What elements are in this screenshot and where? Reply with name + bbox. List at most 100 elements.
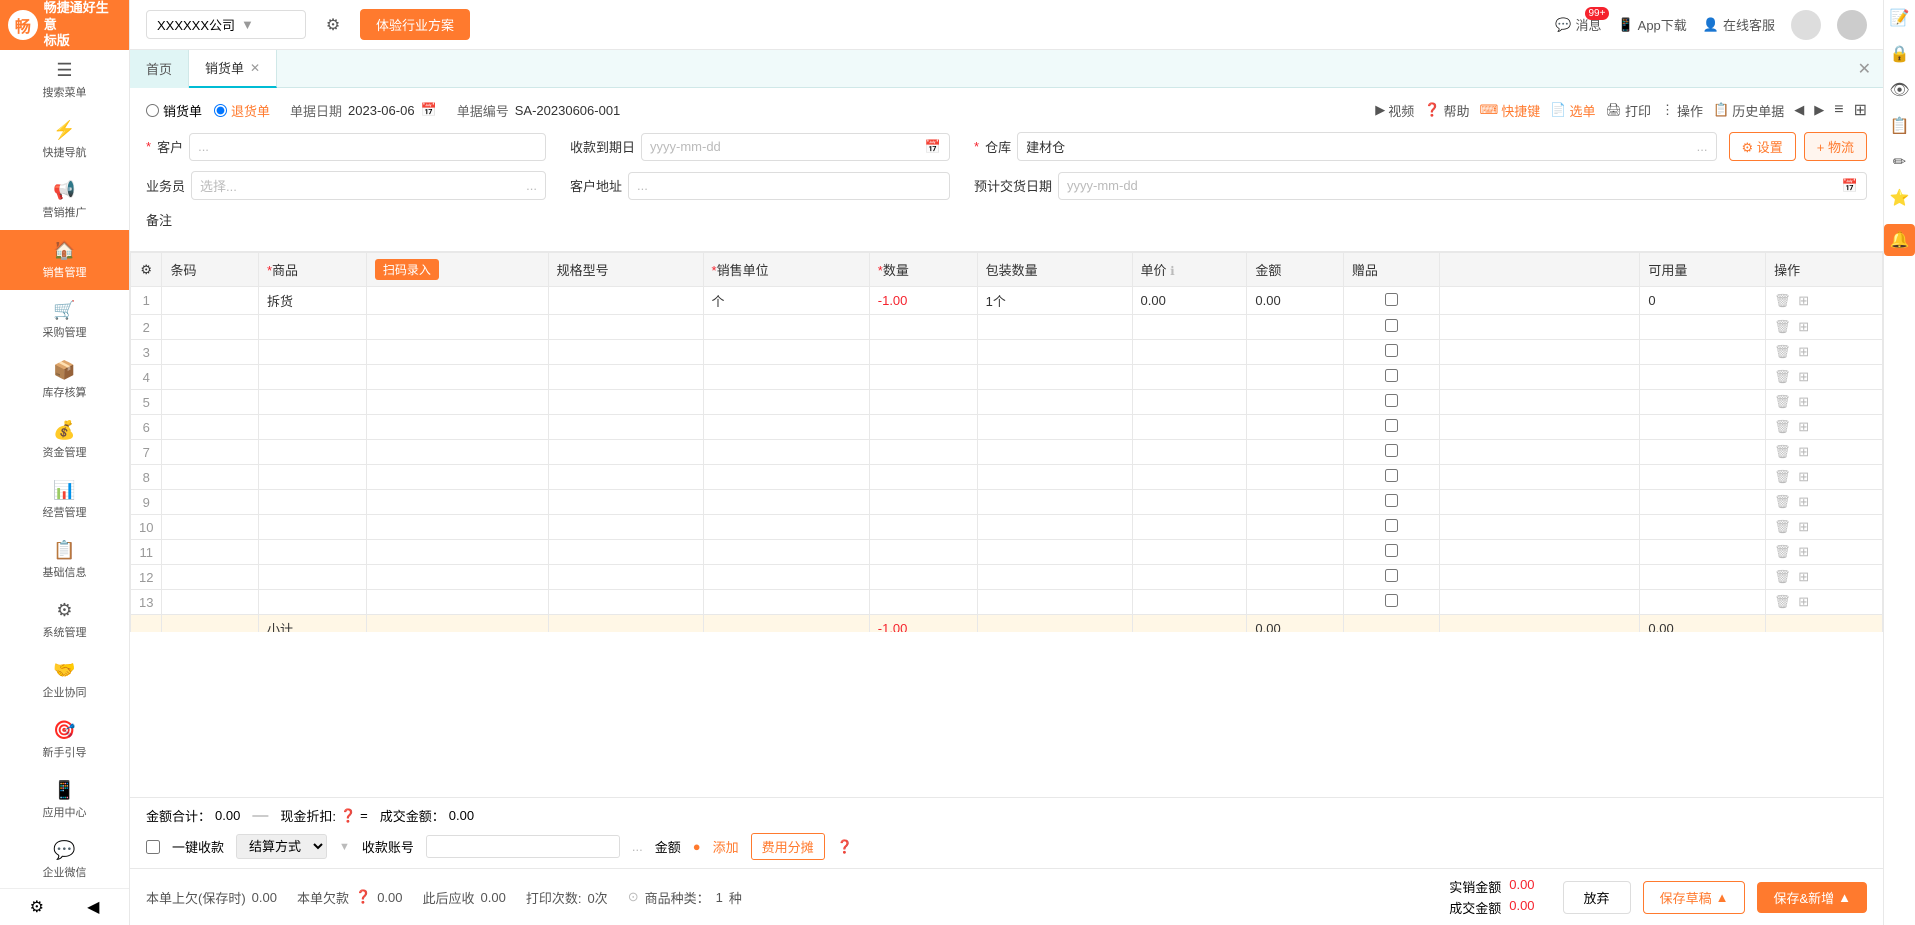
payment-due-calendar-icon[interactable]: 📅 — [925, 139, 941, 155]
row-barcode[interactable] — [162, 490, 259, 515]
row-unit-price[interactable] — [1132, 490, 1247, 515]
row-unit[interactable] — [703, 390, 869, 415]
toolbar-history[interactable]: 📋 历史单据 — [1713, 101, 1784, 120]
row-delete-icon[interactable]: 🗑 — [1774, 519, 1791, 534]
rp-icon-3[interactable]: 👁 — [1889, 80, 1909, 100]
row-gift[interactable] — [1343, 287, 1440, 315]
tab-bar-expand[interactable]: ✕ — [1858, 59, 1883, 79]
row-spec[interactable] — [548, 590, 703, 615]
sidebar-item-app-center[interactable]: 📱 应用中心 — [0, 770, 129, 830]
sidebar-collapse-icon[interactable]: ◀ — [87, 897, 99, 917]
row-qty[interactable] — [869, 465, 977, 490]
row-spec[interactable] — [548, 287, 703, 315]
sidebar-item-quick-nav[interactable]: ⚡ 快捷导航 — [0, 110, 129, 170]
sidebar-item-guide[interactable]: 🎯 新手引导 — [0, 710, 129, 770]
row-pkg-qty[interactable] — [977, 440, 1132, 465]
sidebar-item-enterprise[interactable]: 🤝 企业协同 — [0, 650, 129, 710]
row-amount[interactable] — [1247, 565, 1344, 590]
row-pkg-qty[interactable] — [977, 515, 1132, 540]
sidebar-item-inventory[interactable]: 📦 库存核算 — [0, 350, 129, 410]
sidebar-item-basic-info[interactable]: 📋 基础信息 — [0, 530, 129, 590]
row-barcode[interactable] — [162, 590, 259, 615]
row-gift[interactable] — [1343, 590, 1440, 615]
row-delete-icon[interactable]: 🗑 — [1774, 444, 1791, 459]
row-gift[interactable] — [1343, 515, 1440, 540]
row-qty[interactable] — [869, 565, 977, 590]
row-barcode[interactable] — [162, 390, 259, 415]
row-gift[interactable] — [1343, 540, 1440, 565]
tab-close-icon[interactable]: ✕ — [250, 61, 260, 75]
row-copy-icon[interactable]: ⊞ — [1798, 293, 1809, 308]
row-unit[interactable] — [703, 440, 869, 465]
row-barcode[interactable] — [162, 287, 259, 315]
toolbar-nav-next[interactable]: ▶ — [1814, 102, 1824, 118]
row-product[interactable] — [258, 490, 366, 515]
row-delete-icon[interactable]: 🗑 — [1774, 369, 1791, 384]
row-delete-icon[interactable]: 🗑 — [1774, 419, 1791, 434]
row-amount[interactable] — [1247, 315, 1344, 340]
customer-addr-input[interactable]: ... — [628, 172, 950, 200]
row-spec[interactable] — [548, 490, 703, 515]
discard-button[interactable]: 放弃 — [1563, 881, 1631, 914]
row-unit[interactable] — [703, 365, 869, 390]
settlement-method-select[interactable]: 结算方式 — [236, 834, 327, 859]
total-owe-info-icon[interactable]: ❓ — [355, 889, 371, 905]
row-delete-icon[interactable]: 🗑 — [1774, 494, 1791, 509]
toolbar-select-form[interactable]: 📄 选单 — [1550, 101, 1595, 120]
row-unit[interactable] — [703, 465, 869, 490]
user-avatar[interactable] — [1791, 10, 1821, 40]
message-button[interactable]: 💬 消息 99+ — [1555, 15, 1601, 34]
one-click-payment-checkbox[interactable] — [146, 840, 160, 854]
row-copy-icon[interactable]: ⊞ — [1798, 519, 1809, 534]
row-pkg-qty[interactable] — [977, 540, 1132, 565]
rp-icon-6[interactable]: ⭐ — [1890, 188, 1910, 208]
toolbar-print[interactable]: 🖨 打印 — [1606, 101, 1652, 120]
row-spec[interactable] — [548, 365, 703, 390]
row-unit-price[interactable] — [1132, 365, 1247, 390]
row-barcode[interactable] — [162, 365, 259, 390]
tab-sales-order[interactable]: 销货单 ✕ — [189, 50, 277, 88]
row-unit[interactable] — [703, 540, 869, 565]
row-spec[interactable] — [548, 515, 703, 540]
company-selector[interactable]: XXXXXX公司 ▼ — [146, 10, 306, 39]
row-qty[interactable] — [869, 390, 977, 415]
row-gift[interactable] — [1343, 415, 1440, 440]
toolbar-nav-prev[interactable]: ◀ — [1794, 102, 1804, 118]
row-spec[interactable] — [548, 440, 703, 465]
row-copy-icon[interactable]: ⊞ — [1798, 594, 1809, 609]
row-pkg-qty[interactable] — [977, 415, 1132, 440]
row-qty[interactable] — [869, 440, 977, 465]
row-barcode[interactable] — [162, 465, 259, 490]
row-amount[interactable] — [1247, 515, 1344, 540]
setting-button[interactable]: ⚙ 设置 — [1729, 132, 1796, 161]
row-spec[interactable] — [548, 415, 703, 440]
row-copy-icon[interactable]: ⊞ — [1798, 369, 1809, 384]
row-delete-icon[interactable]: 🗑 — [1774, 594, 1791, 609]
row-spec[interactable] — [548, 315, 703, 340]
row-amount[interactable] — [1247, 540, 1344, 565]
calendar-icon[interactable]: 📅 — [421, 102, 437, 118]
row-product[interactable] — [258, 390, 366, 415]
row-unit[interactable] — [703, 515, 869, 540]
add-button[interactable]: 添加 — [713, 837, 739, 856]
warehouse-input[interactable]: 建材仓 ... — [1017, 132, 1716, 161]
row-product[interactable] — [258, 315, 366, 340]
row-qty[interactable] — [869, 590, 977, 615]
rp-icon-4[interactable]: 📋 — [1890, 116, 1910, 136]
account-input[interactable] — [426, 835, 620, 858]
radio-sales-order[interactable]: 销货单 — [146, 101, 202, 120]
toolbar-view-grid[interactable]: ⊞ — [1854, 100, 1867, 120]
save-dropdown-icon[interactable]: ▲ — [1838, 890, 1851, 905]
row-unit-price[interactable] — [1132, 590, 1247, 615]
sidebar-item-sys-mgmt[interactable]: ⚙ 系统管理 — [0, 590, 129, 650]
save-draft-button[interactable]: 保存草稿 ▲ — [1643, 881, 1746, 914]
sidebar-item-search-order[interactable]: ☰ 搜索菜单 — [0, 50, 129, 110]
row-gift[interactable] — [1343, 465, 1440, 490]
row-copy-icon[interactable]: ⊞ — [1798, 344, 1809, 359]
row-unit-price[interactable] — [1132, 465, 1247, 490]
sidebar-item-marketing[interactable]: 📢 营销推广 — [0, 170, 129, 230]
row-unit[interactable] — [703, 565, 869, 590]
th-settings[interactable]: ⚙ — [131, 253, 162, 287]
toolbar-view-list[interactable]: ≡ — [1834, 101, 1843, 119]
row-amount[interactable] — [1247, 465, 1344, 490]
